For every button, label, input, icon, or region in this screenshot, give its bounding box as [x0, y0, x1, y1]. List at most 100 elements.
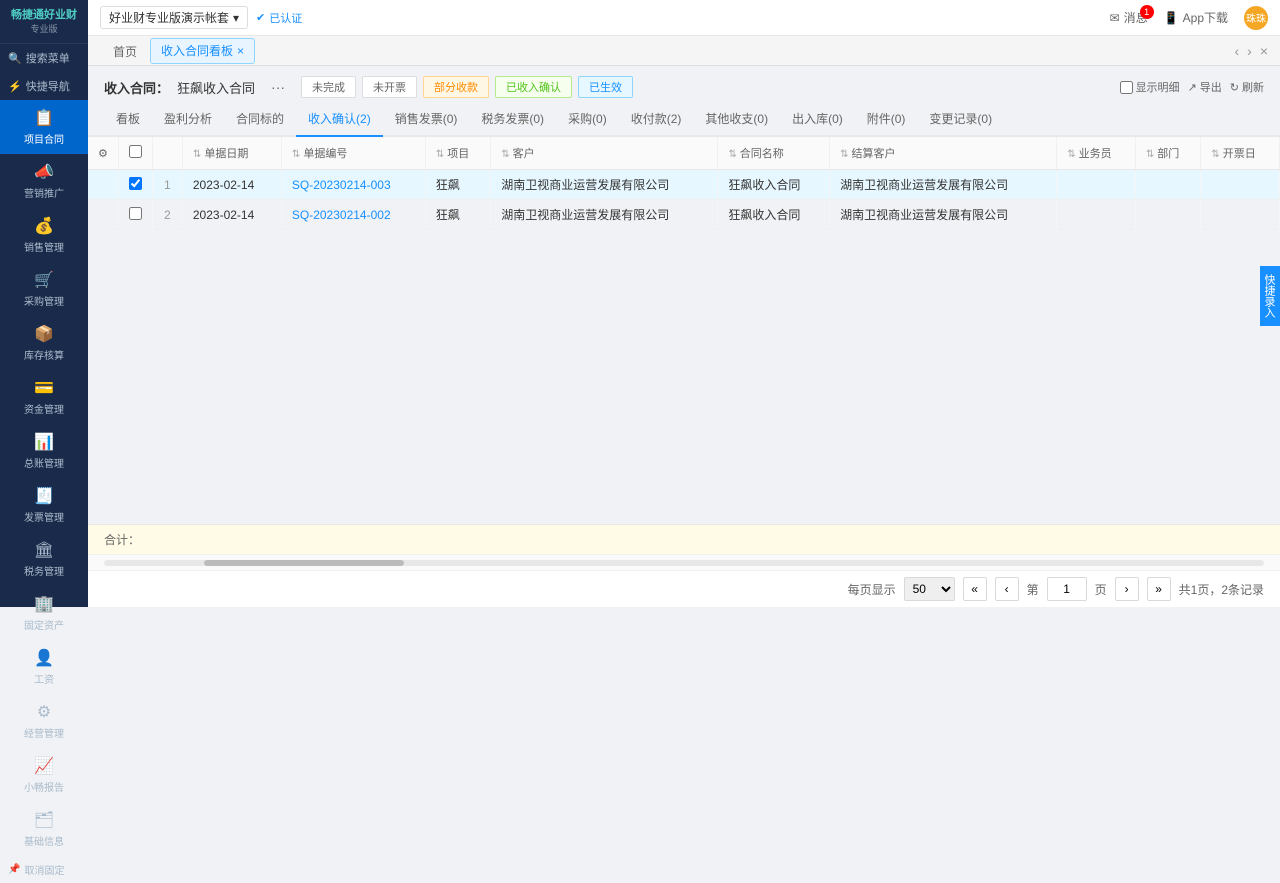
status-uninvoiced[interactable]: 未开票: [362, 76, 417, 98]
contract-col-header[interactable]: ⇅ 合同名称: [718, 137, 830, 170]
billing-customer-col-header[interactable]: ⇅ 结算客户: [830, 137, 1057, 170]
show-detail-checkbox[interactable]: 显示明细: [1120, 79, 1180, 95]
more-options-btn[interactable]: ···: [263, 77, 293, 97]
customer-col-header[interactable]: ⇅ 客户: [491, 137, 718, 170]
table-row[interactable]: 2 2023-02-14 SQ-20230214-002 狂飙 湖南卫视商业运营…: [88, 200, 1280, 230]
nav-close-btn[interactable]: ×: [1260, 43, 1268, 59]
salesperson-cell: [1057, 200, 1136, 230]
quick-entry-btn[interactable]: 快捷录入: [1260, 266, 1280, 326]
status-bar: 未完成 未开票 部分收款 已收入确认 已生效: [301, 76, 1112, 98]
sidebar-item-hr[interactable]: 👤 工资: [0, 640, 88, 694]
order-no-cell[interactable]: SQ-20230214-003: [281, 170, 425, 200]
sidebar-item-label: 税务管理: [24, 563, 64, 578]
sort-icon: ⇅: [840, 149, 848, 160]
refresh-label: 刷新: [1242, 79, 1264, 95]
status-effective[interactable]: 已生效: [578, 76, 633, 98]
tab-change-log[interactable]: 变更记录(0): [917, 102, 1004, 137]
sidebar-item-basic[interactable]: 🗂 基础信息: [0, 802, 88, 856]
project-col-header[interactable]: ⇅ 项目: [425, 137, 490, 170]
export-btn[interactable]: ↗ 导出: [1188, 79, 1222, 95]
sidebar-search[interactable]: 🔍 搜索菜单: [0, 44, 88, 72]
download-icon: 📱: [1164, 11, 1179, 25]
sidebar-item-ops[interactable]: ⚙ 经营管理: [0, 694, 88, 748]
sort-icon: ⇅: [501, 149, 509, 160]
fixed-assets-icon: 🏢: [34, 594, 54, 614]
next-page-btn[interactable]: ›: [1115, 577, 1139, 601]
tab-profit[interactable]: 盈利分析: [152, 102, 224, 137]
tab-income-confirm[interactable]: 收入确认(2): [296, 102, 383, 137]
message-action[interactable]: ✉ 消息 1: [1110, 9, 1148, 26]
date-col-header[interactable]: ⇅ 单据日期: [182, 137, 281, 170]
tab-other-income[interactable]: 其他收支(0): [693, 102, 780, 137]
status-confirmed[interactable]: 已收入确认: [495, 76, 572, 98]
checkbox-cell[interactable]: [118, 200, 152, 230]
tab-close-icon[interactable]: ×: [237, 44, 244, 58]
app-download-action[interactable]: 📱 App下载: [1164, 9, 1228, 26]
main-area: 好业财专业版演示帐套 ▾ ✔ 已认证 ✉ 消息 1 📱 App下载 珠珠 首页 …: [88, 0, 1280, 607]
table-row[interactable]: 1 2023-02-14 SQ-20230214-003 狂飙 湖南卫视商业运营…: [88, 170, 1280, 200]
prev-page-btn[interactable]: ‹: [995, 577, 1019, 601]
order-no-col-header[interactable]: ⇅ 单据编号: [281, 137, 425, 170]
sidebar-item-tax[interactable]: 🏛 税务管理: [0, 532, 88, 586]
sidebar-item-report[interactable]: 📈 小畅报告: [0, 748, 88, 802]
order-no-link[interactable]: SQ-20230214-002: [292, 208, 391, 222]
sidebar-item-inventory[interactable]: 📦 库存核算: [0, 316, 88, 370]
nav-prev-btn[interactable]: ‹: [1234, 43, 1239, 59]
tab-payment[interactable]: 收付款(2): [619, 102, 694, 137]
page-title-label: 收入合同：: [104, 78, 169, 97]
checkbox-col-header[interactable]: [118, 137, 152, 170]
search-icon: 🔍: [8, 52, 22, 65]
open-date-col-header[interactable]: ⇅ 开票日: [1201, 137, 1280, 170]
page-number-input[interactable]: [1047, 577, 1087, 601]
quick-nav[interactable]: ⚡ 快捷导航: [0, 72, 88, 100]
salesperson-col-header[interactable]: ⇅ 业务员: [1057, 137, 1136, 170]
tab-purchase[interactable]: 采购(0): [556, 102, 619, 137]
search-label: 搜索菜单: [26, 50, 70, 66]
sidebar-item-marketing[interactable]: 📣 营销推广: [0, 154, 88, 208]
cancel-icon: 📌: [8, 864, 20, 875]
open-date-cell: [1201, 170, 1280, 200]
department-cell: [1135, 200, 1200, 230]
detail-checkbox-input[interactable]: [1120, 81, 1133, 94]
footer-total-label: 合计：: [104, 531, 140, 548]
tab-tax-invoice[interactable]: 税务发票(0): [469, 102, 556, 137]
order-no-cell[interactable]: SQ-20230214-002: [281, 200, 425, 230]
row-checkbox[interactable]: [129, 207, 142, 220]
per-page-select[interactable]: 20 50 100: [904, 577, 955, 601]
tab-attachment[interactable]: 附件(0): [855, 102, 918, 137]
checkbox-cell[interactable]: [118, 170, 152, 200]
scrollbar-thumb[interactable]: [204, 560, 404, 566]
project-icon: 📋: [34, 108, 54, 128]
table-header-row: ⚙ ⇅ 单据日期 ⇅ 单据编号 ⇅ 项目 ⇅ 客户 ⇅ 合同名称 ⇅ 结算客户 …: [88, 137, 1280, 170]
select-all-checkbox[interactable]: [129, 145, 142, 158]
settings-col-header[interactable]: ⚙: [88, 137, 118, 170]
sidebar-item-fixed-assets[interactable]: 🏢 固定资产: [0, 586, 88, 640]
status-partial[interactable]: 部分收款: [423, 76, 489, 98]
status-uncomplete[interactable]: 未完成: [301, 76, 356, 98]
sidebar-item-sales[interactable]: 💰 销售管理: [0, 208, 88, 262]
department-col-header[interactable]: ⇅ 部门: [1135, 137, 1200, 170]
sidebar-item-invoice[interactable]: 🧾 发票管理: [0, 478, 88, 532]
tab-kanban[interactable]: 看板: [104, 102, 152, 137]
order-no-link[interactable]: SQ-20230214-003: [292, 178, 391, 192]
sidebar-item-capital[interactable]: 💳 资金管理: [0, 370, 88, 424]
nav-next-btn[interactable]: ›: [1247, 43, 1252, 59]
sidebar-item-general[interactable]: 📊 总账管理: [0, 424, 88, 478]
user-avatar[interactable]: 珠珠: [1244, 6, 1268, 30]
tab-contract-board[interactable]: 收入合同看板 ×: [150, 38, 255, 64]
project-cell: 狂飙: [425, 200, 490, 230]
tab-home[interactable]: 首页: [100, 38, 150, 64]
first-page-btn[interactable]: «: [963, 577, 987, 601]
tab-contract-subject[interactable]: 合同标的: [224, 102, 296, 137]
last-page-btn[interactable]: »: [1147, 577, 1171, 601]
sidebar-item-project[interactable]: 📋 项目合同: [0, 100, 88, 154]
row-checkbox[interactable]: [129, 177, 142, 190]
tab-warehouse[interactable]: 出入库(0): [780, 102, 855, 137]
sidebar-item-purchase[interactable]: 🛒 采购管理: [0, 262, 88, 316]
refresh-btn[interactable]: ↻ 刷新: [1230, 79, 1264, 95]
sidebar-item-label: 资金管理: [24, 401, 64, 416]
cancel-fixed-btn[interactable]: 📌 取消固定: [0, 856, 88, 883]
date-cell: 2023-02-14: [182, 170, 281, 200]
company-selector[interactable]: 好业财专业版演示帐套 ▾: [100, 6, 248, 29]
tab-sales-invoice[interactable]: 销售发票(0): [383, 102, 470, 137]
